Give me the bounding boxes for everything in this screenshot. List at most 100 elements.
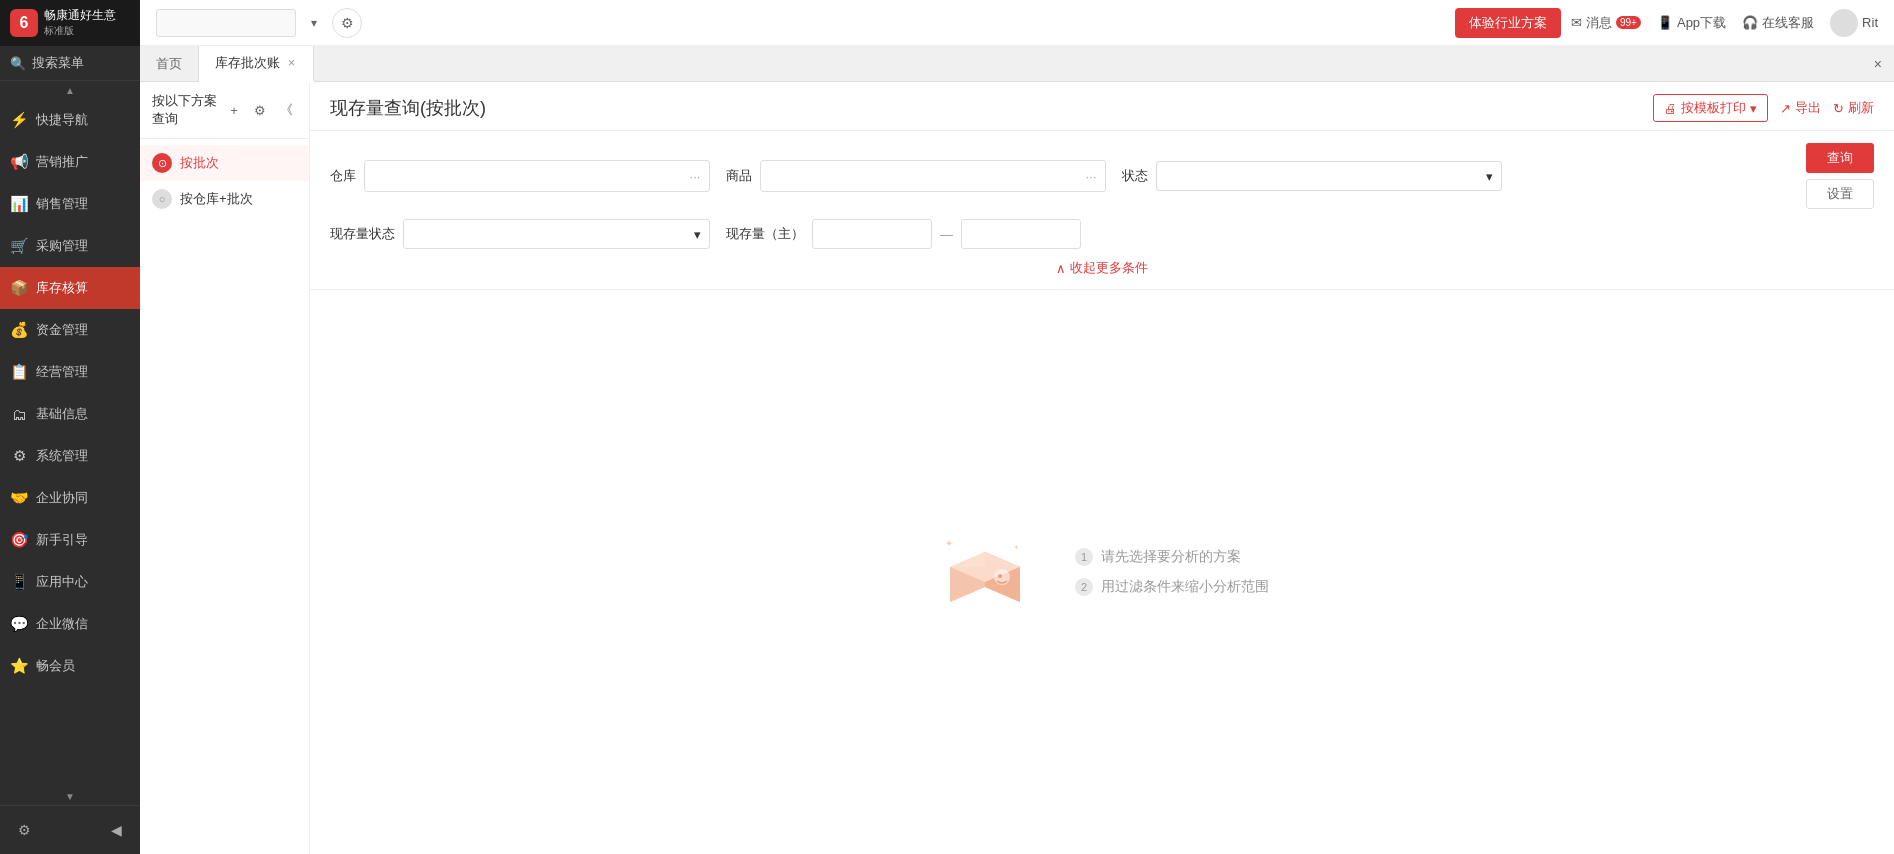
plan-list: ⊙ 按批次 ○ 按仓库+批次: [140, 139, 309, 223]
svg-text:✦: ✦: [945, 538, 953, 549]
collapse-btn[interactable]: ∧ 收起更多条件: [330, 259, 1874, 277]
empty-state: ✦ ✦ 1 请先选择要分析的方案 2 用过滤条件来缩小分析范围: [310, 290, 1894, 854]
nav-icon-wechat: 💬: [10, 615, 28, 633]
topbar-settings-btn[interactable]: ⚙: [332, 8, 362, 38]
status-select[interactable]: ▾: [1156, 161, 1502, 191]
query-btn[interactable]: 查询: [1806, 143, 1874, 173]
sidebar-search-label: 搜索菜单: [32, 54, 84, 72]
scroll-down-btn[interactable]: ▼: [0, 787, 140, 805]
export-btn[interactable]: ↗ 导出: [1780, 99, 1821, 117]
tab-inventory-label: 库存批次账: [215, 54, 280, 72]
msg2-num: 2: [1075, 578, 1093, 596]
message-btn[interactable]: ✉ 消息 99+: [1571, 14, 1641, 32]
tab-inventory-batch[interactable]: 库存批次账 ×: [199, 46, 314, 82]
sidebar-item-quicknav[interactable]: ⚡ 快捷导航: [0, 99, 140, 141]
tab-home-label: 首页: [156, 55, 182, 73]
app-download-label: App下载: [1677, 14, 1726, 32]
product-label: 商品: [726, 167, 752, 185]
empty-msg-2: 2 用过滤条件来缩小分析范围: [1075, 578, 1269, 596]
nav-icon-inventory: 📦: [10, 279, 28, 297]
tab-home[interactable]: 首页: [140, 46, 199, 82]
filter-settings-btn[interactable]: 设置: [1806, 179, 1874, 209]
plan-settings-btn[interactable]: ⚙: [249, 99, 271, 121]
nav-label-quicknav: 快捷导航: [36, 111, 88, 129]
sidebar-item-purchase[interactable]: 🛒 采购管理: [0, 225, 140, 267]
collapse-icon: ∧: [1056, 261, 1066, 276]
online-service-btn[interactable]: 🎧 在线客服: [1742, 14, 1814, 32]
nav-label-operation: 经营管理: [36, 363, 88, 381]
headset-icon: 🎧: [1742, 15, 1758, 30]
refresh-btn[interactable]: ↻ 刷新: [1833, 99, 1874, 117]
tab-close-btn[interactable]: ×: [286, 54, 297, 72]
sidebar-footer: ⚙ ◀: [0, 805, 140, 854]
left-panel: 按以下方案查询 + ⚙ 《 ⊙ 按批次 ○ 按仓库+批次: [140, 82, 310, 854]
product-more-icon[interactable]: ···: [1077, 161, 1105, 191]
inventory-qty-dash: —: [932, 227, 961, 242]
sidebar-item-newbie[interactable]: 🎯 新手引导: [0, 519, 140, 561]
sidebar-item-marketing[interactable]: 📢 营销推广: [0, 141, 140, 183]
nav-label-newbie: 新手引导: [36, 531, 88, 549]
page-header: 现存量查询(按批次) 🖨 按模板打印 ▾ ↗ 导出 ↻ 刷新: [310, 82, 1894, 131]
plan-item-plan1[interactable]: ⊙ 按批次: [140, 145, 309, 181]
page-header-actions: 🖨 按模板打印 ▾ ↗ 导出 ↻ 刷新: [1653, 94, 1874, 122]
topbar-search-area: ▾ ⚙: [156, 8, 1445, 38]
sidebar-item-basic[interactable]: 🗂 基础信息: [0, 393, 140, 435]
nav-label-sales: 销售管理: [36, 195, 88, 213]
sidebar-item-appstore[interactable]: 📱 应用中心: [0, 561, 140, 603]
sidebar-item-system[interactable]: ⚙ 系统管理: [0, 435, 140, 477]
svg-point-6: [998, 574, 1002, 578]
inventory-qty-label: 现存量（主）: [726, 225, 804, 243]
nav-icon-newbie: 🎯: [10, 531, 28, 549]
product-filter: 商品 ···: [726, 160, 1106, 192]
plan-icon-plan2: ○: [152, 189, 172, 209]
plan-item-plan2[interactable]: ○ 按仓库+批次: [140, 181, 309, 217]
topbar-dropdown-btn[interactable]: ▾: [302, 11, 326, 35]
trial-btn[interactable]: 体验行业方案: [1455, 8, 1561, 38]
print-btn[interactable]: 🖨 按模板打印 ▾: [1653, 94, 1768, 122]
product-input-wrapper: ···: [760, 160, 1106, 192]
sidebar-item-wechat[interactable]: 💬 企业微信: [0, 603, 140, 645]
plan-label-plan1: 按批次: [180, 154, 219, 172]
sidebar-item-sales[interactable]: 📊 销售管理: [0, 183, 140, 225]
svg-text:✦: ✦: [1013, 543, 1020, 552]
warehouse-more-icon[interactable]: ···: [681, 161, 709, 191]
product-input[interactable]: [761, 161, 1077, 191]
user-menu[interactable]: Rit: [1830, 9, 1878, 37]
sidebar-item-operation[interactable]: 📋 经营管理: [0, 351, 140, 393]
app-logo: 6: [10, 9, 38, 37]
right-panel: 现存量查询(按批次) 🖨 按模板打印 ▾ ↗ 导出 ↻ 刷新: [310, 82, 1894, 854]
msg1-num: 1: [1075, 548, 1093, 566]
page-title: 现存量查询(按批次): [330, 96, 486, 120]
nav-icon-member: ⭐: [10, 657, 28, 675]
sidebar-item-finance[interactable]: 💰 资金管理: [0, 309, 140, 351]
sidebar-item-enterprise[interactable]: 🤝 企业协同: [0, 477, 140, 519]
nav-label-marketing: 营销推广: [36, 153, 88, 171]
inventory-qty-from-input[interactable]: [812, 219, 932, 249]
add-plan-btn[interactable]: +: [223, 99, 245, 121]
sidebar-search[interactable]: 🔍 搜索菜单: [0, 46, 140, 81]
search-icon: 🔍: [10, 56, 26, 71]
nav-icon-appstore: 📱: [10, 573, 28, 591]
warehouse-label: 仓库: [330, 167, 356, 185]
nav-icon-enterprise: 🤝: [10, 489, 28, 507]
panel-collapse-btn[interactable]: 《: [275, 99, 297, 121]
nav-label-basic: 基础信息: [36, 405, 88, 423]
inventory-qty-to-input[interactable]: [961, 219, 1081, 249]
nav-icon-operation: 📋: [10, 363, 28, 381]
nav-icon-finance: 💰: [10, 321, 28, 339]
scroll-up-btn[interactable]: ▲: [0, 81, 140, 99]
tab-area-close-btn[interactable]: ×: [1870, 52, 1886, 76]
refresh-icon: ↻: [1833, 101, 1844, 116]
content-area: 按以下方案查询 + ⚙ 《 ⊙ 按批次 ○ 按仓库+批次 现存量查询(按批次): [140, 82, 1894, 854]
footer-settings-btn[interactable]: ⚙: [10, 816, 38, 844]
warehouse-input[interactable]: [365, 161, 681, 191]
nav-label-purchase: 采购管理: [36, 237, 88, 255]
footer-collapse-btn[interactable]: ◀: [102, 816, 130, 844]
app-download-btn[interactable]: 📱 App下载: [1657, 14, 1726, 32]
user-name: Rit: [1862, 15, 1878, 30]
inventory-status-select[interactable]: ▾: [403, 219, 710, 249]
sidebar-item-member[interactable]: ⭐ 畅会员: [0, 645, 140, 687]
message-badge: 99+: [1616, 16, 1641, 29]
topbar-search-input[interactable]: [156, 9, 296, 37]
sidebar-item-inventory[interactable]: 📦 库存核算: [0, 267, 140, 309]
